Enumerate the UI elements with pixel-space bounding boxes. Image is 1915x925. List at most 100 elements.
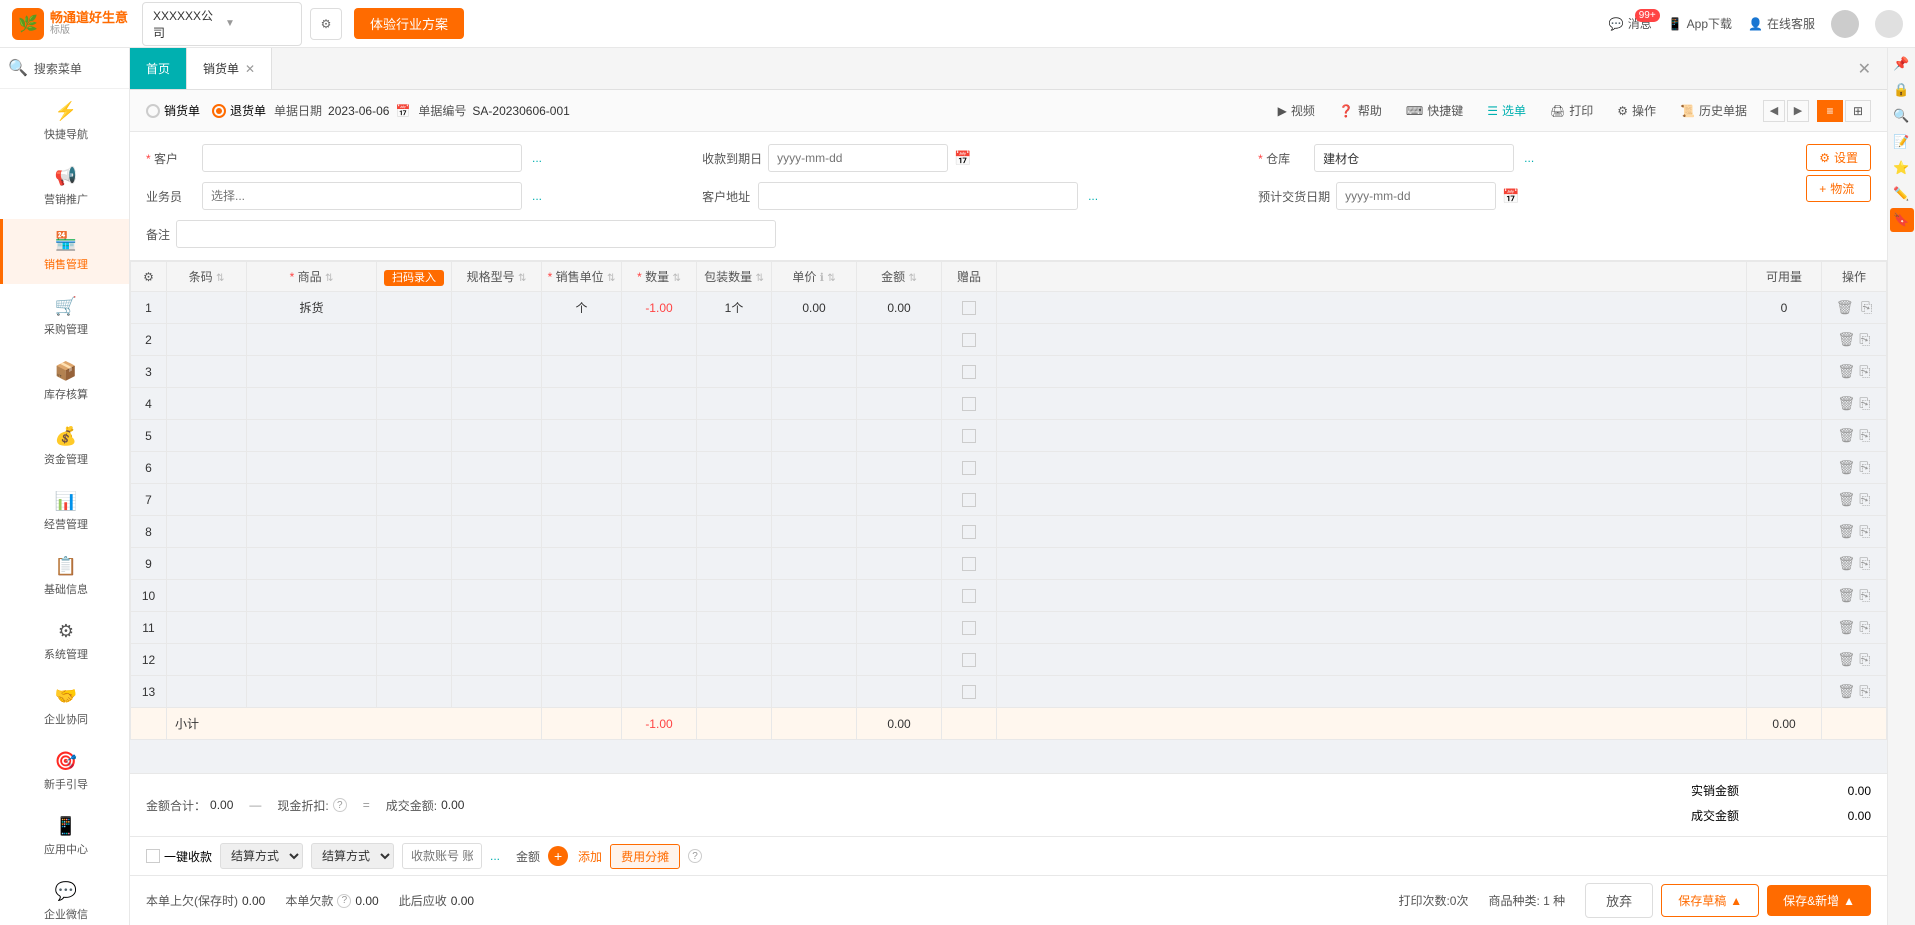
delete-row-9-icon[interactable]: 🗑 [1838, 555, 1856, 571]
save-new-button[interactable]: 保存&新增 ▲ [1767, 885, 1871, 916]
sidebar-item-quick-nav[interactable]: ⚡ 快捷导航 [0, 89, 129, 154]
gift-checkbox-12[interactable] [962, 653, 976, 667]
customer-more-icon[interactable]: ... [528, 151, 546, 165]
copy-row-8-icon[interactable]: ⎘ [1859, 523, 1870, 539]
cell-qty-1[interactable]: -1.00 [622, 292, 697, 324]
sidebar-item-inventory[interactable]: 📦 库存核算 [0, 349, 129, 414]
sort-unit-icon[interactable]: ⇅ [607, 273, 615, 284]
sort-product-icon[interactable]: ⇅ [325, 273, 333, 284]
logistics-button[interactable]: + 物流 [1806, 175, 1871, 202]
ops-btn[interactable]: ⚙ 操作 [1609, 98, 1664, 123]
gift-checkbox-5[interactable] [962, 429, 976, 443]
sidebar-item-marketing[interactable]: 📢 营销推广 [0, 154, 129, 219]
gift-checkbox-7[interactable] [962, 493, 976, 507]
right-tool-search[interactable]: 🔍 [1890, 104, 1914, 128]
product-type[interactable]: 商品种类: 1 种 [1488, 892, 1565, 909]
gift-checkbox-6[interactable] [962, 461, 976, 475]
sort-spec-icon[interactable]: ⇅ [518, 273, 526, 284]
next-arrow[interactable]: ▶ [1787, 100, 1809, 122]
sidebar-item-purchase[interactable]: 🛒 采购管理 [0, 284, 129, 349]
close-tab-icon[interactable]: ✕ [1858, 59, 1871, 79]
payment-method-select[interactable]: 结算方式 [220, 843, 303, 869]
right-tool-note[interactable]: 📝 [1890, 130, 1914, 154]
delete-row-11-icon[interactable]: 🗑 [1838, 619, 1856, 635]
sidebar-item-apps[interactable]: 📱 应用中心 [0, 804, 129, 869]
salesperson-input[interactable] [202, 182, 522, 210]
gift-checkbox-10[interactable] [962, 589, 976, 603]
settings-icon[interactable]: ⚙ [310, 8, 342, 40]
settlement-method-select[interactable]: 结算方式 [311, 843, 394, 869]
copy-row-5-icon[interactable]: ⎘ [1859, 427, 1870, 443]
grid-view-btn[interactable]: ⊞ [1845, 100, 1871, 122]
history-btn[interactable]: 📜 历史单据 [1672, 98, 1755, 123]
avatar[interactable] [1831, 10, 1859, 38]
add-payment-button[interactable]: + [548, 846, 568, 866]
copy-row-1-icon[interactable]: ⎘ [1861, 299, 1872, 315]
gift-checkbox-2[interactable] [962, 333, 976, 347]
gear-icon-small[interactable]: ⚙ [143, 270, 154, 284]
delete-row-1-icon[interactable]: 🗑 [1836, 299, 1854, 315]
sidebar-item-guide[interactable]: 🎯 新手引导 [0, 739, 129, 804]
delete-row-6-icon[interactable]: 🗑 [1838, 459, 1856, 475]
account-input[interactable] [402, 843, 482, 869]
sidebar-item-finance[interactable]: 💰 资金管理 [0, 414, 129, 479]
cell-price-1[interactable]: 0.00 [772, 292, 857, 324]
calendar-icon[interactable]: 📅 [395, 104, 410, 118]
discard-button[interactable]: 放弃 [1585, 883, 1653, 918]
sidebar-item-enterprise[interactable]: 🤝 企业协同 [0, 674, 129, 739]
notes-input[interactable] [176, 220, 776, 248]
sort-price-icon[interactable]: ⇅ [827, 273, 835, 284]
customer-input[interactable] [202, 144, 522, 172]
cell-spec-1[interactable] [452, 292, 542, 324]
gift-checkbox-9[interactable] [962, 557, 976, 571]
copy-row-3-icon[interactable]: ⎘ [1859, 363, 1870, 379]
sidebar-item-wechat[interactable]: 💬 企业微信 [0, 869, 129, 925]
expected-delivery-calendar-icon[interactable]: 📅 [1502, 188, 1519, 205]
delete-row-8-icon[interactable]: 🗑 [1838, 523, 1856, 539]
shortcut-btn[interactable]: ⌨ 快捷键 [1398, 98, 1471, 123]
gift-checkbox-3[interactable] [962, 365, 976, 379]
customer-addr-input[interactable] [758, 182, 1078, 210]
delete-row-2-icon[interactable]: 🗑 [1838, 331, 1856, 347]
right-tool-active[interactable]: 🔖 [1890, 208, 1914, 232]
delete-row-10-icon[interactable]: 🗑 [1838, 587, 1856, 603]
copy-row-13-icon[interactable]: ⎘ [1859, 683, 1870, 699]
delete-row-13-icon[interactable]: 🗑 [1838, 683, 1856, 699]
copy-row-10-icon[interactable]: ⎘ [1859, 587, 1870, 603]
scan-button[interactable]: 扫码录入 [384, 270, 444, 286]
total-due-info-icon[interactable]: ? [337, 894, 351, 908]
messages-button[interactable]: 💬 消息 99+ [1609, 15, 1652, 32]
fee-info-icon[interactable]: ? [688, 849, 702, 863]
discount-info-icon[interactable]: ? [333, 798, 347, 812]
sort-qty-icon[interactable]: ⇅ [672, 273, 680, 284]
tab-home[interactable]: 首页 [130, 48, 187, 89]
company-selector[interactable]: XXXXXX公司 ▼ [142, 2, 302, 46]
sidebar-item-sales[interactable]: 🏪 销售管理 [0, 219, 129, 284]
copy-row-11-icon[interactable]: ⎘ [1859, 619, 1870, 635]
list-view-btn[interactable]: ≡ [1817, 100, 1843, 122]
online-service-button[interactable]: 👤 在线客服 [1748, 15, 1815, 32]
due-date-calendar-icon[interactable]: 📅 [954, 150, 971, 167]
copy-row-7-icon[interactable]: ⎘ [1859, 491, 1870, 507]
delete-row-4-icon[interactable]: 🗑 [1838, 395, 1856, 411]
gift-checkbox-13[interactable] [962, 685, 976, 699]
sidebar-item-operations[interactable]: 📊 经营管理 [0, 479, 129, 544]
gift-checkbox-11[interactable] [962, 621, 976, 635]
copy-row-2-icon[interactable]: ⎘ [1859, 331, 1870, 347]
video-btn[interactable]: ▶ 视频 [1270, 98, 1323, 123]
copy-row-12-icon[interactable]: ⎘ [1859, 651, 1870, 667]
expected-delivery-input[interactable] [1336, 182, 1496, 210]
cell-unit-1[interactable]: 个 [542, 292, 622, 324]
due-date-input[interactable] [768, 144, 948, 172]
right-tool-lock[interactable]: 🔒 [1890, 78, 1914, 102]
fee-split-button[interactable]: 费用分摊 [610, 844, 680, 869]
sort-barcode-icon[interactable]: ⇅ [216, 273, 224, 284]
copy-row-4-icon[interactable]: ⎘ [1859, 395, 1870, 411]
delete-row-3-icon[interactable]: 🗑 [1838, 363, 1856, 379]
delete-row-5-icon[interactable]: 🗑 [1838, 427, 1856, 443]
app-download-button[interactable]: 📱 App下载 [1668, 15, 1732, 32]
cell-product-1[interactable]: 拆货 [247, 292, 377, 324]
customer-addr-more-icon[interactable]: ... [1084, 189, 1102, 203]
gift-checkbox-4[interactable] [962, 397, 976, 411]
gift-checkbox-8[interactable] [962, 525, 976, 539]
